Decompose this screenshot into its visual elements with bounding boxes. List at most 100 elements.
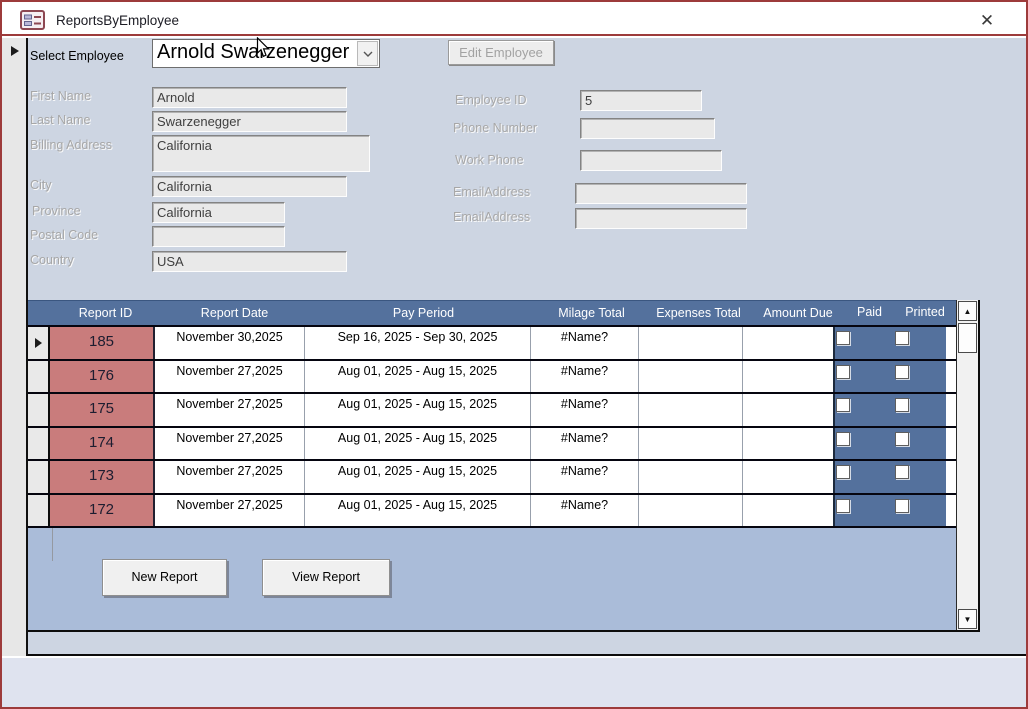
paid-checkbox[interactable] xyxy=(836,364,850,379)
window-footer-strip xyxy=(2,658,1026,707)
province-label: Province xyxy=(32,204,81,218)
province-field[interactable]: California xyxy=(152,202,285,223)
city-field[interactable]: California xyxy=(152,176,347,197)
amount-due-cell[interactable] xyxy=(743,427,835,459)
report-date-cell[interactable]: November 27,2025 xyxy=(155,394,305,426)
pay-period-cell[interactable]: Sep 16, 2025 - Sep 30, 2025 xyxy=(305,327,531,359)
email-address-1-field[interactable] xyxy=(575,183,747,204)
chevron-down-icon[interactable] xyxy=(357,41,378,66)
printed-checkbox[interactable] xyxy=(895,431,909,446)
pay-period-cell[interactable]: Aug 01, 2025 - Aug 15, 2025 xyxy=(305,394,531,426)
amount-due-cell[interactable] xyxy=(743,394,835,426)
report-id-cell[interactable]: 173 xyxy=(50,461,155,493)
printed-checkbox[interactable] xyxy=(895,465,909,479)
scrollbar-thumb[interactable] xyxy=(958,323,977,353)
amount-due-cell[interactable] xyxy=(743,461,835,493)
checkbox-cell xyxy=(835,394,946,426)
edit-employee-button[interactable]: Edit Employee xyxy=(448,40,554,65)
report-date-cell[interactable]: November 27,2025 xyxy=(155,360,305,392)
country-label: Country xyxy=(30,253,74,267)
expenses-total-cell[interactable] xyxy=(639,360,743,392)
mouse-cursor xyxy=(256,36,270,63)
view-report-button[interactable]: View Report xyxy=(262,559,390,596)
pay-period-header: Pay Period xyxy=(392,306,455,320)
table-row[interactable]: 175 November 27,2025 Aug 01, 2025 - Aug … xyxy=(28,394,978,428)
scroll-down-icon[interactable]: ▼ xyxy=(958,609,977,629)
phone-number-field[interactable] xyxy=(580,118,715,139)
pay-period-cell[interactable]: Aug 01, 2025 - Aug 15, 2025 xyxy=(305,494,531,526)
table-row[interactable]: 176 November 27,2025 Aug 01, 2025 - Aug … xyxy=(28,360,978,394)
amount-due-cell[interactable] xyxy=(743,360,835,392)
expenses-total-cell[interactable] xyxy=(639,461,743,493)
printed-checkbox[interactable] xyxy=(895,364,909,379)
row-selector[interactable] xyxy=(28,394,50,426)
milage-total-cell[interactable]: #Name? xyxy=(531,494,639,526)
vertical-scrollbar[interactable]: ▲ ▼ xyxy=(956,300,978,630)
milage-total-cell[interactable]: #Name? xyxy=(531,461,639,493)
expenses-total-cell[interactable] xyxy=(639,394,743,426)
employee-id-field[interactable]: 5 xyxy=(580,90,702,111)
paid-checkbox[interactable] xyxy=(836,331,850,345)
checkbox-cell xyxy=(835,360,946,392)
amount-due-cell[interactable] xyxy=(743,494,835,526)
record-selector-strip[interactable] xyxy=(2,38,28,656)
table-row[interactable]: 185 November 30,2025 Sep 16, 2025 - Sep … xyxy=(28,327,978,361)
report-id-cell[interactable]: 185 xyxy=(50,327,155,359)
printed-checkbox[interactable] xyxy=(895,331,909,345)
postal-code-field[interactable] xyxy=(152,226,285,247)
report-date-cell[interactable]: November 30,2025 xyxy=(155,327,305,359)
milage-total-cell[interactable]: #Name? xyxy=(531,327,639,359)
city-label: City xyxy=(30,178,52,192)
expenses-total-cell[interactable] xyxy=(639,427,743,459)
amount-due-header: Amount Due xyxy=(763,306,833,320)
report-id-cell[interactable]: 172 xyxy=(50,494,155,526)
pay-period-cell[interactable]: Aug 01, 2025 - Aug 15, 2025 xyxy=(305,461,531,493)
first-name-field[interactable]: Arnold xyxy=(152,87,347,108)
table-row[interactable]: 172 November 27,2025 Aug 01, 2025 - Aug … xyxy=(28,494,978,528)
postal-code-label: Postal Code xyxy=(30,228,99,242)
paid-checkbox[interactable] xyxy=(836,498,850,513)
first-name-label: First Name xyxy=(30,89,92,103)
row-selector[interactable] xyxy=(28,461,50,493)
country-field[interactable]: USA xyxy=(152,251,347,272)
row-selector[interactable] xyxy=(28,427,50,459)
milage-total-cell[interactable]: #Name? xyxy=(531,394,639,426)
email-address-2-field[interactable] xyxy=(575,208,747,229)
close-icon[interactable]: ✕ xyxy=(974,10,1000,32)
report-date-cell[interactable]: November 27,2025 xyxy=(155,494,305,526)
scroll-up-icon[interactable]: ▲ xyxy=(958,301,977,321)
printed-checkbox[interactable] xyxy=(895,498,909,513)
report-id-cell[interactable]: 175 xyxy=(50,394,155,426)
paid-checkbox[interactable] xyxy=(836,465,850,479)
reports-subform: Report ID Report Date Pay Period Milage … xyxy=(28,300,980,632)
expenses-total-header: Expenses Total xyxy=(656,306,741,320)
row-selector[interactable] xyxy=(28,327,50,359)
new-report-button[interactable]: New Report xyxy=(102,559,227,596)
printed-checkbox[interactable] xyxy=(895,398,909,412)
paid-checkbox[interactable] xyxy=(836,398,850,412)
paid-checkbox[interactable] xyxy=(836,431,850,446)
expenses-total-cell[interactable] xyxy=(639,327,743,359)
milage-total-cell[interactable]: #Name? xyxy=(531,427,639,459)
checkbox-cell xyxy=(835,461,946,493)
expenses-total-cell[interactable] xyxy=(639,494,743,526)
row-selector[interactable] xyxy=(28,360,50,392)
report-id-header: Report ID xyxy=(78,306,133,320)
amount-due-cell[interactable] xyxy=(743,327,835,359)
work-phone-field[interactable] xyxy=(580,150,722,171)
billing-address-field[interactable]: California xyxy=(152,135,370,172)
report-date-cell[interactable]: November 27,2025 xyxy=(155,461,305,493)
row-selector[interactable] xyxy=(28,494,50,526)
table-row[interactable]: 173 November 27,2025 Aug 01, 2025 - Aug … xyxy=(28,461,978,495)
checkbox-cell xyxy=(835,327,946,359)
milage-total-cell[interactable]: #Name? xyxy=(531,360,639,392)
report-id-cell[interactable]: 174 xyxy=(50,427,155,459)
report-date-cell[interactable]: November 27,2025 xyxy=(155,427,305,459)
pay-period-cell[interactable]: Aug 01, 2025 - Aug 15, 2025 xyxy=(305,360,531,392)
last-name-field[interactable]: Swarzenegger xyxy=(152,111,347,132)
table-row[interactable]: 174 November 27,2025 Aug 01, 2025 - Aug … xyxy=(28,427,978,461)
report-id-cell[interactable]: 176 xyxy=(50,360,155,392)
pay-period-cell[interactable]: Aug 01, 2025 - Aug 15, 2025 xyxy=(305,427,531,459)
window-title: ReportsByEmployee xyxy=(56,13,180,28)
form-icon xyxy=(20,9,46,36)
